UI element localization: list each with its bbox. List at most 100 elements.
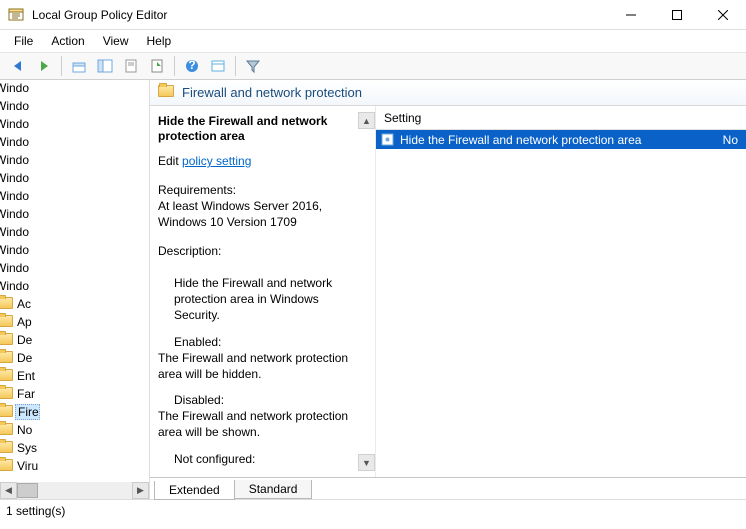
- menu-view[interactable]: View: [95, 32, 137, 50]
- info-vertical-scrollbar[interactable]: ▲ ▼: [358, 106, 375, 477]
- requirements-section: Requirements: At least Windows Server 20…: [158, 182, 354, 231]
- tree-item[interactable]: Viru: [0, 457, 150, 475]
- scroll-up-icon[interactable]: ▲: [358, 112, 375, 129]
- toolbar-separator: [174, 56, 175, 76]
- tree-item-label: Windo: [0, 99, 29, 113]
- tree-item-label: De: [15, 351, 32, 365]
- scroll-down-icon[interactable]: ▼: [358, 454, 375, 471]
- edit-policy-link[interactable]: policy setting: [182, 154, 251, 168]
- policy-title: Hide the Firewall and network protection…: [158, 114, 354, 144]
- help-button[interactable]: ?: [180, 54, 204, 78]
- folder-icon: [158, 85, 176, 101]
- column-setting[interactable]: Setting: [376, 106, 429, 129]
- folder-icon: [0, 351, 13, 365]
- tree-item[interactable]: ▸Windo: [0, 133, 150, 151]
- status-text: 1 setting(s): [6, 504, 65, 518]
- folder-icon: [0, 459, 13, 473]
- up-button[interactable]: [67, 54, 91, 78]
- tree-item[interactable]: ▾Windo: [0, 277, 150, 295]
- tree-horizontal-scrollbar[interactable]: ◀ ▶: [0, 482, 149, 499]
- menu-help[interactable]: Help: [139, 32, 180, 50]
- scroll-track[interactable]: [17, 482, 132, 499]
- tree-item-label: Windo: [0, 261, 29, 275]
- tree-item[interactable]: ▸Windo: [0, 115, 150, 133]
- list-column: Setting Hide the Firewall and network pr…: [375, 106, 746, 477]
- tab-extended[interactable]: Extended: [154, 481, 235, 500]
- toolbar-separator: [61, 56, 62, 76]
- list-row[interactable]: Hide the Firewall and network protection…: [376, 130, 746, 149]
- tree-item-label: Fire: [15, 404, 40, 420]
- tree-item-label: No: [15, 423, 32, 437]
- tree-pane: ▸Windo▸Windo▸Windo▸Windo▸Windo▸Windo▸Win…: [0, 80, 150, 499]
- tree-item-label: Windo: [0, 189, 29, 203]
- tree-item[interactable]: Ap: [0, 313, 150, 331]
- scroll-left-icon[interactable]: ◀: [0, 482, 17, 499]
- description-section: Description: Hide the Firewall and netwo…: [158, 243, 354, 467]
- folder-icon: [0, 333, 13, 347]
- info-column: Hide the Firewall and network protection…: [150, 106, 358, 477]
- export-button[interactable]: [145, 54, 169, 78]
- folder-icon: [0, 441, 13, 455]
- tree-item[interactable]: De: [0, 331, 150, 349]
- content-header-title: Firewall and network protection: [182, 85, 362, 100]
- statusbar: 1 setting(s): [0, 499, 746, 521]
- tab-standard[interactable]: Standard: [234, 480, 313, 499]
- right-pane: Firewall and network protection Hide the…: [150, 80, 746, 499]
- tree-item-label: Windo: [0, 117, 29, 131]
- minimize-button[interactable]: [608, 0, 654, 30]
- maximize-button[interactable]: [654, 0, 700, 30]
- tree-item-label: Sys: [15, 441, 37, 455]
- description-p1: Hide the Firewall and network protection…: [158, 275, 354, 324]
- toolbar-separator: [235, 56, 236, 76]
- tree-item[interactable]: Fire: [0, 403, 150, 421]
- tree-item-label: Windo: [0, 225, 29, 239]
- tree-item[interactable]: ▸Windo: [0, 80, 150, 97]
- requirements-body: At least Windows Server 2016, Windows 10…: [158, 198, 354, 230]
- tree-item[interactable]: ▸Windo: [0, 259, 150, 277]
- tree-item[interactable]: ▸Windo: [0, 97, 150, 115]
- description-enabled-head: Enabled:: [158, 334, 354, 350]
- folder-icon: [0, 387, 13, 401]
- list-row-state: No: [723, 133, 742, 147]
- tree-item[interactable]: De: [0, 349, 150, 367]
- folder-icon: [0, 297, 13, 311]
- tree-item[interactable]: Sys: [0, 439, 150, 457]
- tree-item-label: Windo: [0, 171, 29, 185]
- properties-button[interactable]: [119, 54, 143, 78]
- tree-item[interactable]: ▸Windo: [0, 223, 150, 241]
- tree-item[interactable]: Ent: [0, 367, 150, 385]
- tree-item-label: Ent: [15, 369, 35, 383]
- setting-icon: [380, 133, 394, 147]
- tree-item[interactable]: ▸Windo: [0, 151, 150, 169]
- tree-item[interactable]: ▸Windo: [0, 205, 150, 223]
- show-hide-tree-button[interactable]: [93, 54, 117, 78]
- list-header: Setting: [376, 106, 746, 130]
- tree-item-label: Windo: [0, 279, 29, 293]
- tree-item[interactable]: ▸Windo: [0, 241, 150, 259]
- tree-item-label: Windo: [0, 135, 29, 149]
- tree-item-label: Far: [15, 387, 35, 401]
- tree-item[interactable]: ▸Windo: [0, 169, 150, 187]
- tree-item-label: Ap: [15, 315, 32, 329]
- scroll-right-icon[interactable]: ▶: [132, 482, 149, 499]
- tree-item-label: Windo: [0, 81, 29, 95]
- content-header: Firewall and network protection: [150, 80, 746, 106]
- description-notconfig-head: Not configured:: [158, 451, 354, 467]
- scroll-thumb[interactable]: [17, 483, 38, 498]
- folder-icon: [0, 315, 13, 329]
- edit-policy-line: Edit policy setting: [158, 154, 354, 168]
- menu-file[interactable]: File: [6, 32, 41, 50]
- tree-item[interactable]: ▸Windo: [0, 187, 150, 205]
- menu-action[interactable]: Action: [43, 32, 92, 50]
- options-button[interactable]: [206, 54, 230, 78]
- list-row-name: Hide the Firewall and network protection…: [400, 133, 717, 147]
- window-title: Local Group Policy Editor: [32, 8, 608, 22]
- close-button[interactable]: [700, 0, 746, 30]
- tree-item[interactable]: Far: [0, 385, 150, 403]
- list-rows: Hide the Firewall and network protection…: [376, 130, 746, 477]
- tree-item[interactable]: Ac: [0, 295, 150, 313]
- tree-item[interactable]: No: [0, 421, 150, 439]
- back-button[interactable]: [6, 54, 30, 78]
- filter-button[interactable]: [241, 54, 265, 78]
- forward-button[interactable]: [32, 54, 56, 78]
